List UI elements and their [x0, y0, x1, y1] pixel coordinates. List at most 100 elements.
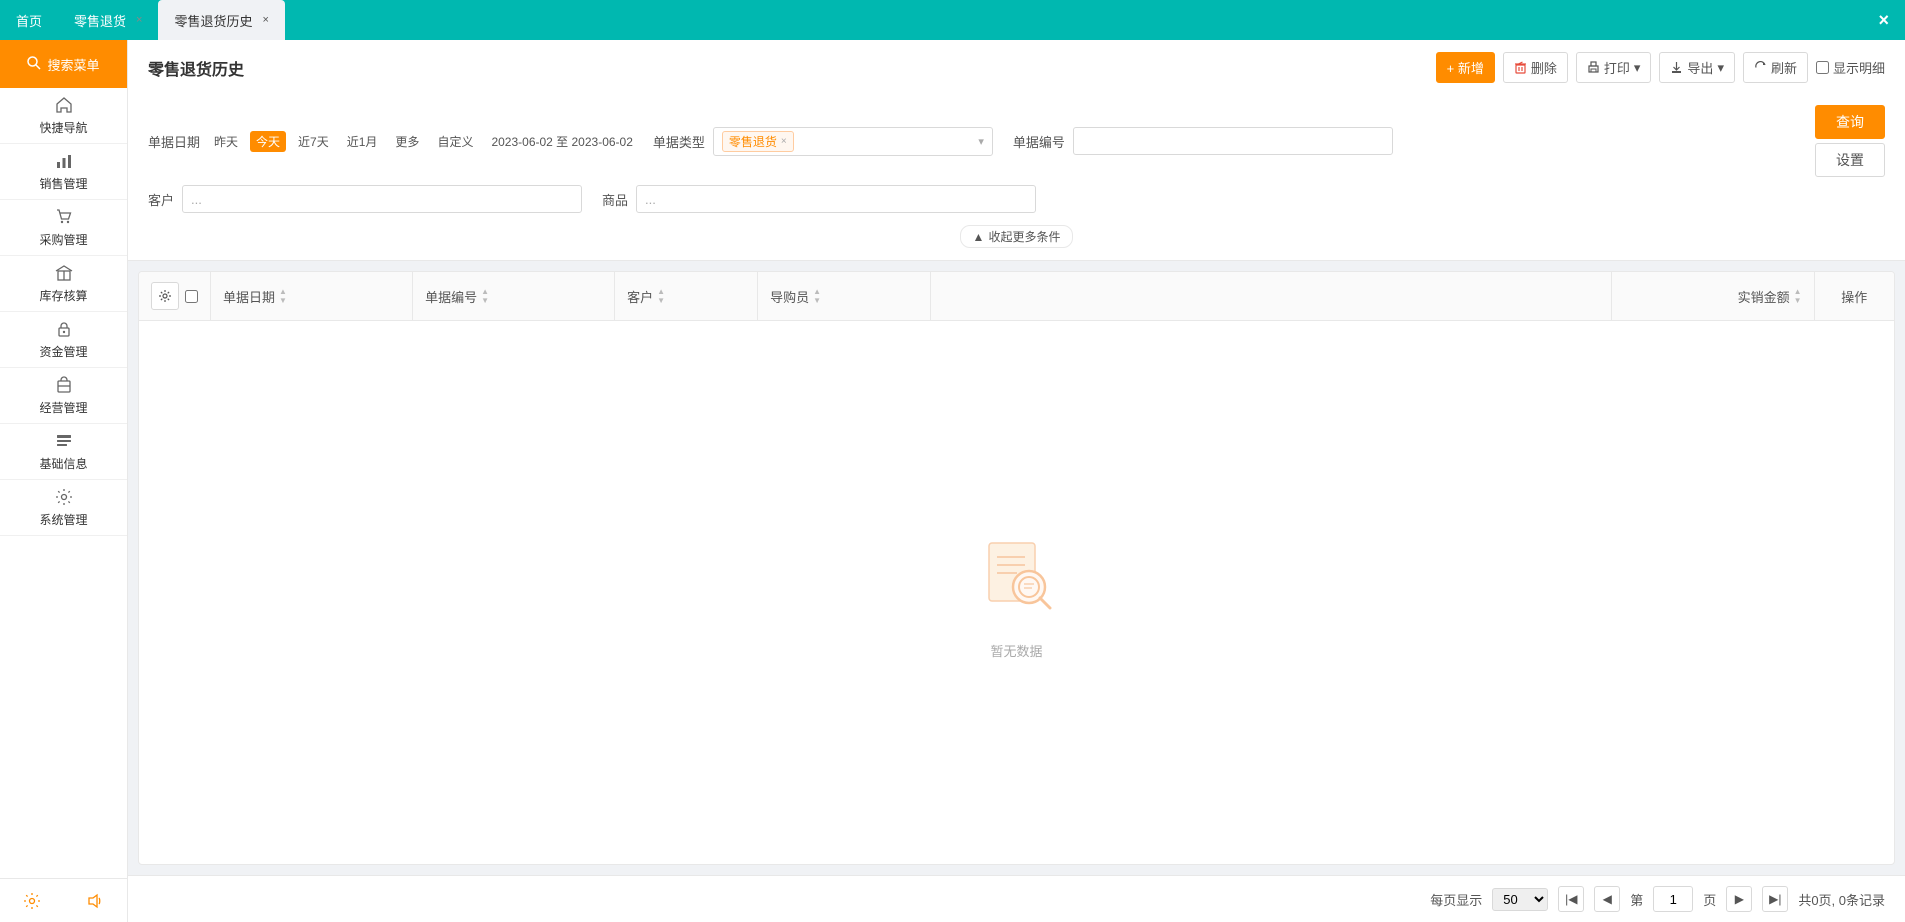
th-customer: 客户 ▲ ▼ — [615, 272, 758, 321]
type-filter-label: 单据类型 — [653, 132, 705, 151]
sidebar-item-inventory[interactable]: 库存核算 — [0, 256, 127, 312]
date-option-more[interactable]: 更多 — [389, 131, 425, 152]
filter-row-1: 单据日期 昨天 今天 近7天 近1月 更多 自定义 2023-06-02 至 2… — [148, 105, 1885, 177]
goods-input[interactable] — [636, 185, 1036, 213]
box-icon — [54, 263, 74, 283]
sidebar-item-business[interactable]: 经营管理 — [0, 368, 127, 424]
type-tag-close[interactable]: × — [781, 136, 787, 147]
search-menu-button[interactable]: 搜索菜单 — [0, 40, 127, 88]
tab-retail-return-history-close[interactable]: × — [262, 14, 268, 26]
table-header-row: 单据日期 ▲ ▼ 单据编号 — [139, 272, 1894, 321]
th-guide-label: 导购员 — [770, 287, 809, 306]
voucher-input[interactable] — [1073, 127, 1393, 155]
table-settings-button[interactable] — [151, 282, 179, 310]
page-number-input[interactable] — [1653, 886, 1693, 912]
collapse-row: ▲ 收起更多条件 — [148, 221, 1885, 252]
sidebar-volume-button[interactable] — [64, 879, 128, 922]
export-dropdown-icon[interactable]: ▾ — [1717, 60, 1724, 76]
filter-row-2: 客户 商品 — [148, 185, 1885, 213]
top-bar-right: × — [1878, 10, 1905, 31]
page-header: 零售退货历史 + 新增 删除 打印 ▾ 导出 ▾ — [128, 40, 1905, 261]
type-tag-label: 零售退货 — [729, 133, 777, 150]
chart-icon — [54, 151, 74, 171]
th-amount-sortable[interactable]: 实销金额 ▲ ▼ — [1624, 287, 1801, 306]
date-option-yesterday[interactable]: 昨天 — [208, 131, 244, 152]
amount-sort-icon: ▲ ▼ — [1794, 288, 1802, 305]
date-option-1month[interactable]: 近1月 — [341, 131, 384, 152]
filter-area: 单据日期 昨天 今天 近7天 近1月 更多 自定义 2023-06-02 至 2… — [148, 95, 1885, 260]
th-guide-sortable[interactable]: 导购员 ▲ ▼ — [770, 287, 918, 306]
last-page-button[interactable]: ▶| — [1762, 886, 1788, 912]
collapse-button-label: 收起更多条件 — [988, 228, 1060, 245]
first-page-button[interactable]: |◀ — [1558, 886, 1584, 912]
window-close-icon[interactable]: × — [1878, 10, 1889, 31]
prev-page-button[interactable]: ◀ — [1594, 886, 1620, 912]
toolbar: + 新增 删除 打印 ▾ 导出 ▾ — [1436, 52, 1885, 83]
export-button[interactable]: 导出 ▾ — [1659, 52, 1735, 83]
th-operation: 操作 — [1814, 272, 1894, 321]
sidebar-gear-button[interactable] — [0, 879, 64, 922]
action-buttons: 查询 设置 — [1815, 105, 1885, 177]
business-icon — [54, 375, 74, 395]
empty-text: 暂无数据 — [990, 641, 1042, 660]
tab-retail-return-history[interactable]: 零售退货历史 × — [158, 0, 284, 40]
home-icon — [54, 95, 74, 115]
table-header: 单据日期 ▲ ▼ 单据编号 — [139, 272, 1894, 321]
print-button[interactable]: 打印 ▾ — [1576, 52, 1652, 83]
display-detail-checkbox[interactable]: 显示明细 — [1816, 58, 1885, 77]
collapse-up-icon: ▲ — [973, 230, 985, 244]
sidebar-item-quicknav-label: 快捷导航 — [39, 119, 87, 136]
delete-button-label: 删除 — [1531, 58, 1557, 77]
setting-button[interactable]: 设置 — [1815, 143, 1885, 177]
refresh-button[interactable]: 刷新 — [1743, 52, 1808, 83]
th-date-sortable[interactable]: 单据日期 ▲ ▼ — [223, 287, 400, 306]
goods-filter-item: 商品 — [602, 185, 1036, 213]
sidebar-item-sales-label: 销售管理 — [39, 175, 87, 192]
tab-retail-return-close[interactable]: × — [136, 14, 142, 26]
voucher-filter-label: 单据编号 — [1013, 132, 1065, 151]
date-option-today[interactable]: 今天 — [250, 131, 286, 152]
sidebar-item-finance[interactable]: 资金管理 — [0, 312, 127, 368]
refresh-button-label: 刷新 — [1771, 58, 1797, 77]
tab-home[interactable]: 首页 — [0, 0, 58, 40]
page-text-after: 页 — [1703, 890, 1716, 909]
search-menu-label: 搜索菜单 — [47, 55, 99, 74]
per-page-select[interactable]: 50 20 100 — [1492, 888, 1548, 911]
th-select — [139, 272, 211, 321]
print-dropdown-icon[interactable]: ▾ — [1634, 60, 1641, 76]
customer-input[interactable] — [182, 185, 582, 213]
date-sort-icon: ▲ ▼ — [279, 288, 287, 305]
sidebar-item-quicknav[interactable]: 快捷导航 — [0, 88, 127, 144]
display-detail-input[interactable] — [1816, 61, 1829, 74]
tab-retail-return[interactable]: 零售退货 × — [58, 0, 158, 40]
date-option-custom[interactable]: 自定义 — [431, 131, 479, 152]
empty-illustration — [967, 525, 1067, 625]
new-button[interactable]: + 新增 — [1436, 52, 1495, 83]
type-selector[interactable]: 零售退货 × ▾ — [713, 127, 993, 156]
th-customer-sortable[interactable]: 客户 ▲ ▼ — [627, 287, 745, 306]
tab-home-label: 首页 — [16, 11, 42, 30]
date-filter-options: 昨天 今天 近7天 近1月 更多 自定义 — [208, 131, 479, 152]
select-all-checkbox[interactable] — [185, 290, 198, 303]
sidebar-item-purchase[interactable]: 采购管理 — [0, 200, 127, 256]
query-button[interactable]: 查询 — [1815, 105, 1885, 139]
date-option-7days[interactable]: 近7天 — [292, 131, 335, 152]
th-customer-label: 客户 — [627, 287, 653, 306]
th-number-sortable[interactable]: 单据编号 ▲ ▼ — [425, 287, 602, 306]
sidebar-item-sales[interactable]: 销售管理 — [0, 144, 127, 200]
next-page-button[interactable]: ▶ — [1726, 886, 1752, 912]
main-layout: 搜索菜单 快捷导航 销售管理 采购管理 库存核算 — [0, 40, 1905, 922]
collapse-button[interactable]: ▲ 收起更多条件 — [960, 225, 1074, 248]
lock-icon — [54, 319, 74, 339]
type-filter-item: 单据类型 零售退货 × ▾ — [653, 127, 993, 156]
cart-icon — [54, 207, 74, 227]
sidebar-item-baseinfo[interactable]: 基础信息 — [0, 424, 127, 480]
sidebar-item-baseinfo-label: 基础信息 — [39, 455, 87, 472]
total-label: 共0页, 0条记录 — [1798, 890, 1885, 909]
sidebar-item-sysmanage[interactable]: 系统管理 — [0, 480, 127, 536]
th-spacer — [930, 272, 1612, 321]
delete-button[interactable]: 删除 — [1503, 52, 1568, 83]
table-container: 单据日期 ▲ ▼ 单据编号 — [138, 271, 1895, 865]
sidebar-item-inventory-label: 库存核算 — [39, 287, 87, 304]
date-filter-item: 单据日期 昨天 今天 近7天 近1月 更多 自定义 2023-06-02 至 2… — [148, 131, 633, 152]
